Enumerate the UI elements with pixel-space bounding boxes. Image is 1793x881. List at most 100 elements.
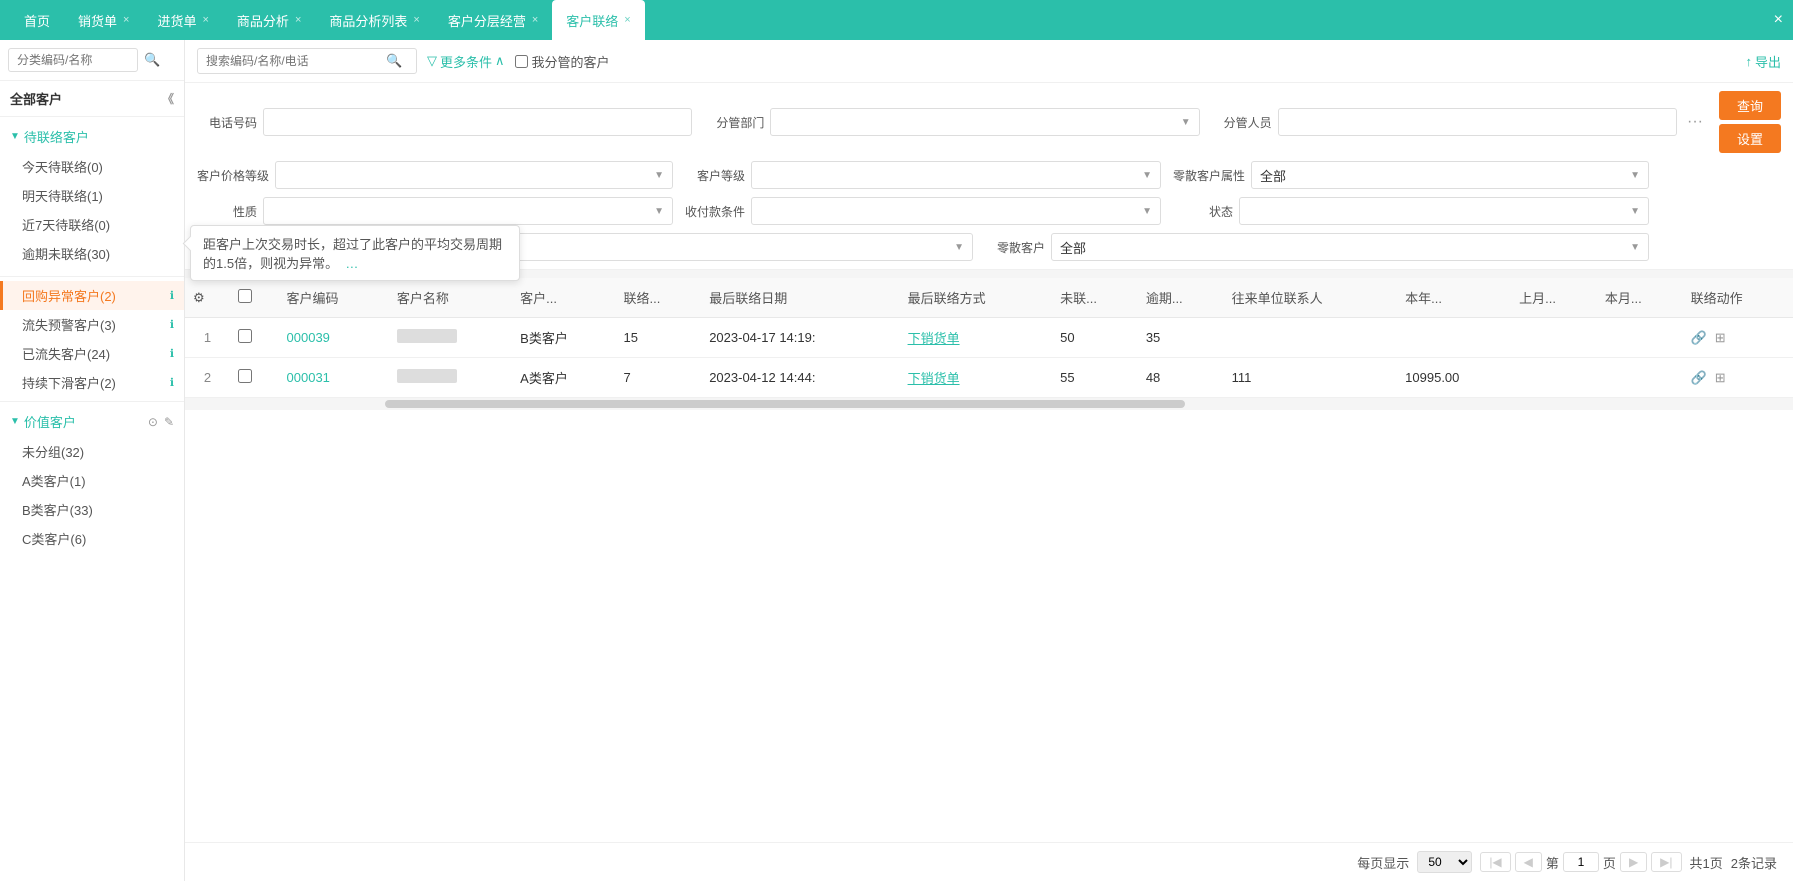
sidebar-section-header-pending[interactable]: ▼ 待联络客户 bbox=[0, 121, 184, 152]
horizontal-scrollbar[interactable] bbox=[185, 398, 1793, 410]
action-buttons: 查询 设置 bbox=[1719, 91, 1781, 153]
sidebar-search-input[interactable] bbox=[8, 48, 138, 72]
query-button[interactable]: 查询 bbox=[1719, 91, 1781, 120]
nav-tab-sales[interactable]: 销货单 × bbox=[64, 0, 143, 40]
phone-input[interactable] bbox=[263, 108, 692, 136]
more-conditions-btn[interactable]: ▽ 更多条件 ∧ bbox=[427, 52, 505, 71]
sidebar-item-declining[interactable]: 持续下滑客户(2) ℹ bbox=[0, 368, 184, 397]
export-button[interactable]: ↑ 导出 bbox=[1745, 52, 1781, 71]
customer-group-manage-icon[interactable]: ✎ bbox=[164, 415, 174, 429]
page-label: 第 bbox=[1546, 853, 1559, 872]
row-code-1[interactable]: 000039 bbox=[279, 318, 389, 358]
sidebar-item-class-a[interactable]: A类客户(1) bbox=[0, 466, 184, 495]
total-records-label: 2条记录 bbox=[1731, 853, 1777, 872]
tooltip-ellipsis[interactable]: … bbox=[345, 256, 358, 271]
row-checkbox-1[interactable] bbox=[230, 318, 279, 358]
close-product-list-tab[interactable]: × bbox=[413, 14, 419, 26]
close-sales-tab[interactable]: × bbox=[123, 14, 129, 26]
close-customer-tier-tab[interactable]: × bbox=[532, 14, 538, 26]
nav-tab-product-list[interactable]: 商品分析列表 × bbox=[315, 0, 433, 40]
sidebar-item-class-b[interactable]: B类客户(33) bbox=[0, 495, 184, 524]
row-last-method-1[interactable]: 下销货单 bbox=[900, 318, 1053, 358]
row-last-month-1 bbox=[1511, 318, 1597, 358]
row-last-method-2[interactable]: 下销货单 bbox=[900, 358, 1053, 398]
sidebar-all-customers[interactable]: 全部客户 《 bbox=[0, 81, 184, 117]
nav-tab-home[interactable]: 首页 bbox=[10, 0, 64, 40]
sidebar-item-class-c[interactable]: C类客户(6) bbox=[0, 524, 184, 553]
manager-label: 分管人员 bbox=[1212, 114, 1272, 131]
action-link-icon-1[interactable]: 🔗 bbox=[1691, 330, 1707, 346]
nav-tab-purchase[interactable]: 进货单 × bbox=[143, 0, 222, 40]
retail-attr-arrow-icon: ▼ bbox=[1630, 170, 1640, 181]
retail-attr-select[interactable]: 全部 ▼ bbox=[1251, 161, 1649, 189]
retail-customer-select[interactable]: 全部 ▼ bbox=[1051, 233, 1649, 261]
info-icon-3: ℹ bbox=[170, 376, 174, 389]
manager-dots-button[interactable]: ··· bbox=[1683, 113, 1707, 131]
customer-group-edit-icon[interactable]: ⊙ bbox=[148, 415, 158, 429]
row-current-month-1 bbox=[1597, 318, 1683, 358]
total-pages-label: 共1页 bbox=[1690, 853, 1723, 872]
manager-input[interactable] bbox=[1278, 108, 1677, 136]
row-overdue-1: 35 bbox=[1138, 318, 1224, 358]
status-select[interactable]: ▼ bbox=[1239, 197, 1649, 225]
sidebar-item-ungrouped[interactable]: 未分组(32) bbox=[0, 437, 184, 466]
per-page-select[interactable]: 20 50 100 bbox=[1417, 851, 1472, 873]
row-checkbox-2[interactable] bbox=[230, 358, 279, 398]
current-page-input[interactable] bbox=[1563, 852, 1599, 872]
row-last-date-2: 2023-04-12 14:44: bbox=[701, 358, 899, 398]
sidebar-item-overdue[interactable]: 逾期未联络(30) bbox=[0, 239, 184, 268]
nav-tab-customer-contact[interactable]: 客户联络 × bbox=[552, 0, 644, 40]
search-icon[interactable]: 🔍 bbox=[386, 53, 402, 69]
table-settings-icon[interactable]: ⚙ bbox=[193, 290, 205, 305]
col-header-current-month: 本月... bbox=[1597, 278, 1683, 318]
settings-col-header[interactable]: ⚙ bbox=[185, 278, 230, 318]
search-input[interactable] bbox=[206, 54, 386, 68]
nav-tab-customer-tier[interactable]: 客户分层经营 × bbox=[434, 0, 552, 40]
sidebar-item-repurchase-abnormal[interactable]: 回购异常客户(2) ℹ bbox=[0, 281, 184, 310]
nature-select[interactable]: ▼ bbox=[263, 197, 673, 225]
sidebar-item-7days[interactable]: 近7天待联络(0) bbox=[0, 210, 184, 239]
sidebar-item-churn-warning[interactable]: 流失预警客户(3) ℹ bbox=[0, 310, 184, 339]
first-page-button[interactable]: |◀ bbox=[1480, 852, 1510, 872]
action-grid-icon-1[interactable]: ⊞ bbox=[1715, 330, 1726, 346]
action-grid-icon-2[interactable]: ⊞ bbox=[1715, 370, 1726, 386]
dept-select[interactable]: ▼ bbox=[770, 108, 1199, 136]
close-customer-contact-tab[interactable]: × bbox=[624, 14, 630, 26]
checkbox-col-header[interactable] bbox=[230, 278, 279, 318]
row-code-2[interactable]: 000031 bbox=[279, 358, 389, 398]
prev-page-button[interactable]: ◀ bbox=[1515, 852, 1542, 872]
settings-button[interactable]: 设置 bbox=[1719, 124, 1781, 153]
select-all-checkbox[interactable] bbox=[238, 289, 252, 303]
search-input-wrap: 🔍 bbox=[197, 48, 417, 74]
payment-select[interactable]: ▼ bbox=[751, 197, 1161, 225]
window-close-button[interactable]: × bbox=[1774, 11, 1783, 29]
col-header-contact-count: 联络... bbox=[615, 278, 701, 318]
close-purchase-tab[interactable]: × bbox=[202, 14, 208, 26]
close-product-analysis-tab[interactable]: × bbox=[295, 14, 301, 26]
per-page-label: 每页显示 bbox=[1357, 853, 1409, 872]
pagination-bar: 每页显示 20 50 100 |◀ ◀ 第 页 ▶ ▶| 共1页 2条记录 bbox=[185, 842, 1793, 881]
sidebar-search-icon[interactable]: 🔍 bbox=[144, 52, 160, 68]
customer-level-select[interactable]: ▼ bbox=[751, 161, 1161, 189]
my-customers-checkbox[interactable] bbox=[515, 55, 528, 68]
row-last-date-1: 2023-04-17 14:19: bbox=[701, 318, 899, 358]
sidebar-collapse-icon[interactable]: 《 bbox=[162, 90, 174, 107]
row-contact-person-1 bbox=[1224, 318, 1398, 358]
table-container: ⚙ 客户编码 客户名称 客户... bbox=[185, 278, 1793, 842]
sidebar-item-churned[interactable]: 已流失客户(24) ℹ bbox=[0, 339, 184, 368]
row-checkbox-input-2[interactable] bbox=[238, 369, 252, 383]
retail-attr-label: 零散客户属性 bbox=[1173, 167, 1245, 184]
scrollbar-thumb[interactable] bbox=[385, 400, 1185, 408]
sidebar-customer-group-header[interactable]: ▼ 价值客户 ⊙ ✎ bbox=[0, 406, 184, 437]
sidebar-item-tomorrow[interactable]: 明天待联络(1) bbox=[0, 181, 184, 210]
action-link-icon-2[interactable]: 🔗 bbox=[1691, 370, 1707, 386]
next-page-button[interactable]: ▶ bbox=[1620, 852, 1647, 872]
row-checkbox-input-1[interactable] bbox=[238, 329, 252, 343]
table-row: 2 000031 A类客户 7 2023-04-12 14:44: 下销货单 5… bbox=[185, 358, 1793, 398]
price-level-select[interactable]: ▼ bbox=[275, 161, 673, 189]
nav-tab-product-analysis[interactable]: 商品分析 × bbox=[223, 0, 315, 40]
filter-phone: 电话号码 bbox=[197, 108, 692, 136]
sidebar-item-today[interactable]: 今天待联络(0) bbox=[0, 152, 184, 181]
row-current-month-2 bbox=[1597, 358, 1683, 398]
last-page-button[interactable]: ▶| bbox=[1651, 852, 1681, 872]
